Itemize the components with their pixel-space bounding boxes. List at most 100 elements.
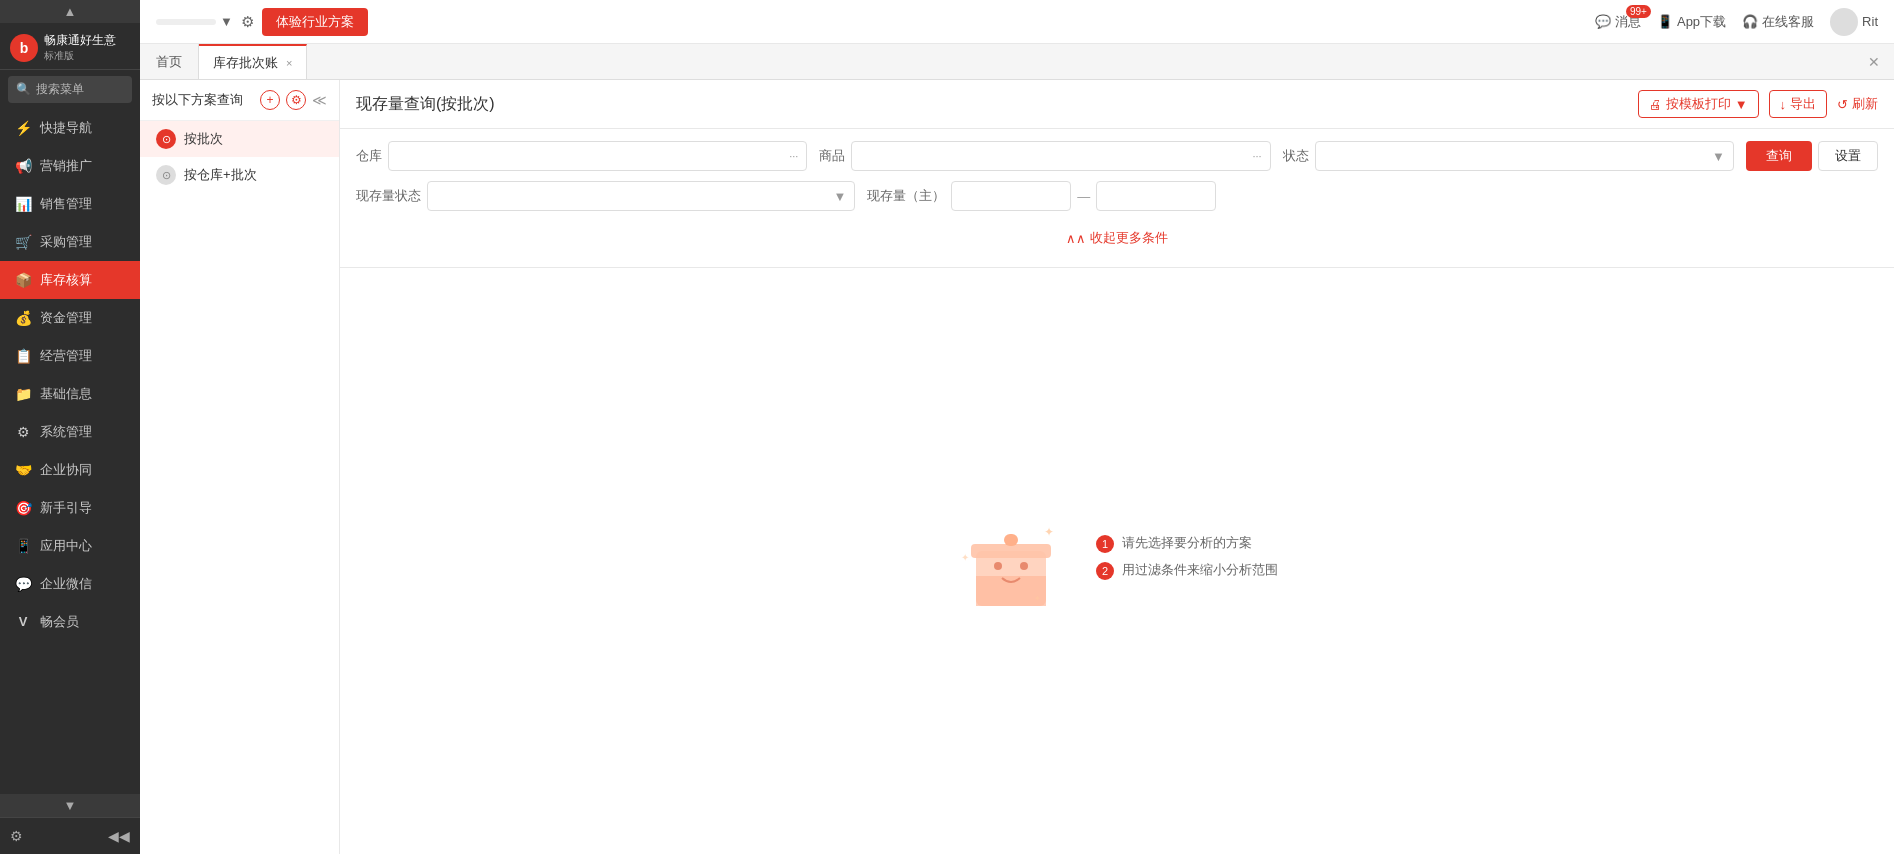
message-icon: 💬 — [1595, 14, 1611, 29]
sidebar-item-label: 应用中心 — [40, 537, 92, 555]
chevron-up-icon: ∧∧ — [1066, 231, 1086, 246]
sidebar-item-vip[interactable]: V 畅会员 — [0, 603, 140, 641]
topbar: ▼ ⚙ 体验行业方案 💬 消息 99+ 📱 App下载 🎧 在线客服 Rit — [140, 0, 1894, 44]
sidebar-item-apps[interactable]: 📱 应用中心 — [0, 527, 140, 565]
sidebar-item-purchase[interactable]: 🛒 采购管理 — [0, 223, 140, 261]
tab-close-icon[interactable]: × — [286, 57, 292, 69]
filter-area: 仓库 ··· 商品 ··· — [340, 129, 1894, 268]
warehouse-more-icon[interactable]: ··· — [789, 150, 798, 162]
sidebar-item-sales[interactable]: 📊 销售管理 — [0, 185, 140, 223]
app-logo: b — [10, 34, 38, 62]
page-header-actions: 🖨 按模板打印 ▼ ↓ 导出 ↺ 刷新 — [1638, 90, 1878, 118]
filter-row-2: 现存量状态 ▼ 现存量（主） — — [356, 181, 1878, 211]
online-service-button[interactable]: 🎧 在线客服 — [1742, 13, 1814, 31]
breadcrumb-text — [156, 19, 216, 25]
sidebar-scroll-down[interactable]: ▼ — [0, 794, 140, 817]
inventory-icon: 📦 — [14, 271, 32, 289]
warehouse-input[interactable]: ··· — [388, 141, 807, 171]
sidebar-item-inventory[interactable]: 📦 库存核算 — [0, 261, 140, 299]
basic-icon: 📁 — [14, 385, 32, 403]
left-panel: 按以下方案查询 + ⚙ ≪ ⊙ 按批次 ⊙ 按仓库+批次 — [140, 80, 340, 854]
plan-item-by-warehouse-batch[interactable]: ⊙ 按仓库+批次 — [140, 157, 339, 193]
sidebar-item-label: 经营管理 — [40, 347, 92, 365]
content-area: 按以下方案查询 + ⚙ ≪ ⊙ 按批次 ⊙ 按仓库+批次 现存量查询(按批次) — [140, 80, 1894, 854]
purchase-icon: 🛒 — [14, 233, 32, 251]
trial-industry-button[interactable]: 体验行业方案 — [262, 8, 368, 36]
hint-text-2: 用过滤条件来缩小分析范围 — [1122, 561, 1278, 579]
manage-plan-button[interactable]: ⚙ — [286, 90, 306, 110]
topbar-gear-icon[interactable]: ⚙ — [241, 13, 254, 31]
product-input[interactable]: ··· — [851, 141, 1270, 171]
sidebar-item-label: 企业微信 — [40, 575, 92, 593]
collapse-filters-button[interactable]: ∧∧ 收起更多条件 — [356, 221, 1878, 255]
stock-status-select[interactable]: ▼ — [427, 181, 855, 211]
sidebar-item-label: 企业协同 — [40, 461, 92, 479]
filter-warehouse: 仓库 ··· — [356, 141, 807, 171]
sidebar-item-enterprise[interactable]: 🤝 企业协同 — [0, 451, 140, 489]
tab-home[interactable]: 首页 — [140, 44, 199, 79]
hint-num-1: 1 — [1096, 535, 1114, 553]
page-title: 现存量查询(按批次) — [356, 94, 495, 115]
sidebar: ▲ b 畅康通好生意 标准版 🔍 搜索菜单 ⚡ 快捷导航 📢 营销推广 📊 销售… — [0, 0, 140, 854]
print-dropdown-icon[interactable]: ▼ — [1735, 97, 1748, 112]
tab-inventory-batch[interactable]: 库存批次账 × — [199, 44, 307, 79]
print-button[interactable]: 🖨 按模板打印 ▼ — [1638, 90, 1759, 118]
sidebar-item-basic[interactable]: 📁 基础信息 — [0, 375, 140, 413]
stock-qty-min-input[interactable] — [951, 181, 1071, 211]
headset-icon: 🎧 — [1742, 14, 1758, 29]
app-version: 标准版 — [44, 49, 116, 63]
svg-text:✦: ✦ — [961, 552, 969, 563]
plan-item-by-batch[interactable]: ⊙ 按批次 — [140, 121, 339, 157]
sidebar-item-wechat[interactable]: 💬 企业微信 — [0, 565, 140, 603]
sidebar-item-label: 库存核算 — [40, 271, 92, 289]
query-button[interactable]: 查询 — [1746, 141, 1812, 171]
user-avatar[interactable]: Rit — [1830, 8, 1878, 36]
topbar-right: 💬 消息 99+ 📱 App下载 🎧 在线客服 Rit — [1595, 8, 1878, 36]
sidebar-item-marketing[interactable]: 📢 营销推广 — [0, 147, 140, 185]
sidebar-header: b 畅康通好生意 标准版 — [0, 23, 140, 70]
settings-bottom-icon[interactable]: ⚙ — [10, 828, 23, 844]
active-tab-label: 库存批次账 — [213, 54, 278, 72]
sidebar-scroll-up[interactable]: ▲ — [0, 0, 140, 23]
sidebar-item-finance[interactable]: 💰 资金管理 — [0, 299, 140, 337]
topbar-breadcrumb-dropdown[interactable]: ▼ — [156, 14, 233, 29]
messages-button[interactable]: 💬 消息 99+ — [1595, 13, 1641, 31]
sidebar-item-quick-nav[interactable]: ⚡ 快捷导航 — [0, 109, 140, 147]
product-more-icon[interactable]: ··· — [1252, 150, 1261, 162]
export-label: 导出 — [1790, 95, 1816, 113]
collapse-sidebar-icon[interactable]: ◀◀ — [108, 828, 130, 844]
marketing-icon: 📢 — [14, 157, 32, 175]
app-download-button[interactable]: 📱 App下载 — [1657, 13, 1726, 31]
main-content: ▼ ⚙ 体验行业方案 💬 消息 99+ 📱 App下载 🎧 在线客服 Rit — [140, 0, 1894, 854]
empty-svg: ✦ ✦ ✦ — [956, 506, 1066, 616]
topbar-left: ▼ ⚙ 体验行业方案 — [156, 8, 1583, 36]
plan-label-batch: 按批次 — [184, 130, 223, 148]
quick-nav-icon: ⚡ — [14, 119, 32, 137]
collapse-left-panel-icon[interactable]: ≪ — [312, 92, 327, 108]
right-panel: 现存量查询(按批次) 🖨 按模板打印 ▼ ↓ 导出 ↺ 刷新 — [340, 80, 1894, 854]
refresh-button[interactable]: ↺ 刷新 — [1837, 95, 1878, 113]
tab-close-right-icon[interactable]: ✕ — [1854, 44, 1894, 80]
search-menu[interactable]: 🔍 搜索菜单 — [8, 76, 132, 103]
enterprise-icon: 🤝 — [14, 461, 32, 479]
online-service-label: 在线客服 — [1762, 13, 1814, 31]
stock-qty-max-input[interactable] — [1096, 181, 1216, 211]
status-select[interactable]: ▼ — [1315, 141, 1734, 171]
vip-icon: V — [14, 613, 32, 631]
stock-status-label: 现存量状态 — [356, 187, 421, 205]
add-plan-button[interactable]: + — [260, 90, 280, 110]
empty-state: ✦ ✦ ✦ 1 请先选择要分析的方案 2 用过滤条件来缩小分析 — [340, 268, 1894, 854]
messages-badge: 99+ — [1626, 5, 1651, 18]
export-button[interactable]: ↓ 导出 — [1769, 90, 1828, 118]
filter-stock-quantity: 现存量（主） — — [867, 181, 1366, 211]
hint-num-2: 2 — [1096, 562, 1114, 580]
sidebar-item-operations[interactable]: 📋 经营管理 — [0, 337, 140, 375]
sidebar-item-newbie[interactable]: 🎯 新手引导 — [0, 489, 140, 527]
sidebar-item-system[interactable]: ⚙ 系统管理 — [0, 413, 140, 451]
empty-hint-2: 2 用过滤条件来缩小分析范围 — [1096, 561, 1278, 580]
wechat-icon: 💬 — [14, 575, 32, 593]
settings-button[interactable]: 设置 — [1818, 141, 1878, 171]
chevron-down-status-icon: ▼ — [1712, 149, 1725, 164]
sidebar-item-label: 畅会员 — [40, 613, 79, 631]
filter-row-1: 仓库 ··· 商品 ··· — [356, 141, 1878, 171]
